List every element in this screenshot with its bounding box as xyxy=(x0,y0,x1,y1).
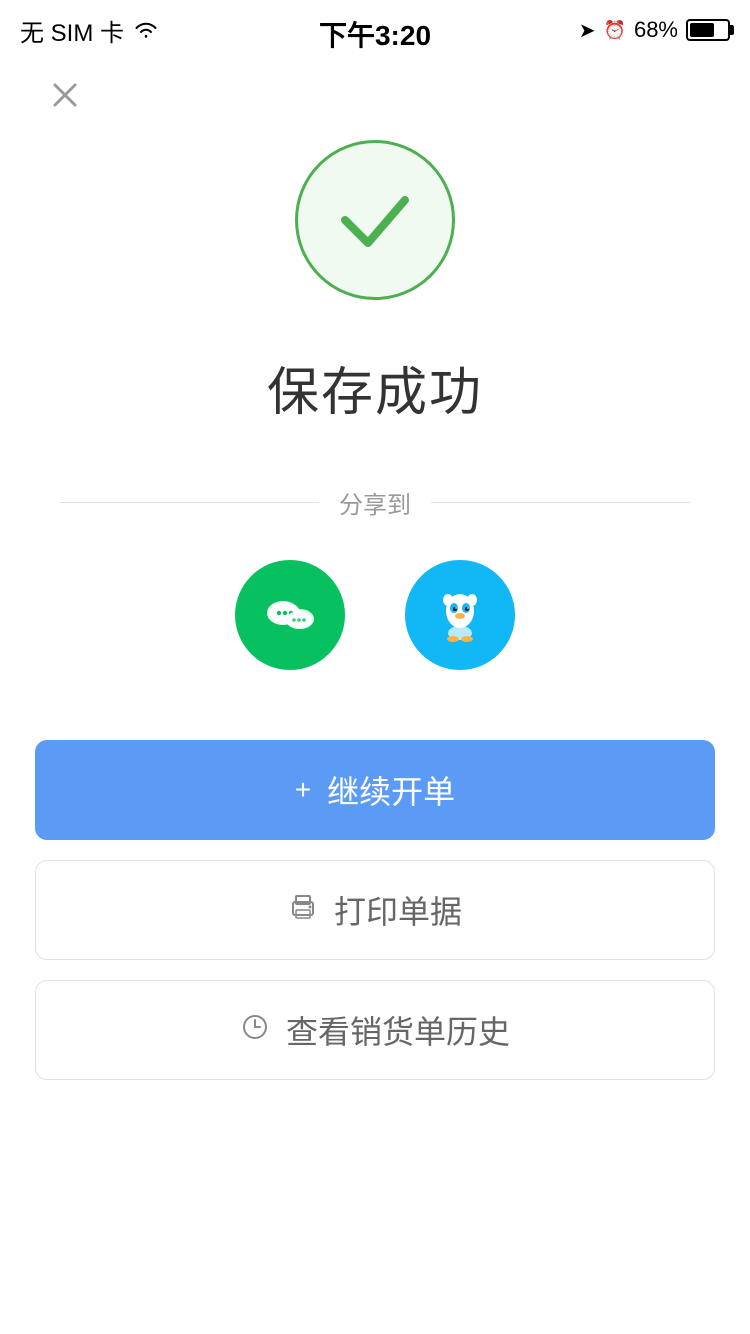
view-history-label: 查看销货单历史 xyxy=(286,1007,510,1053)
wifi-icon xyxy=(132,20,160,40)
share-icons-container xyxy=(235,560,515,670)
wechat-icon xyxy=(258,583,323,648)
view-history-button[interactable]: 查看销货单历史 xyxy=(35,980,715,1080)
continue-order-button[interactable]: + 继续开单 xyxy=(35,740,715,840)
battery-fill xyxy=(690,23,714,37)
no-sim-text: 无 SIM 卡 xyxy=(20,13,124,48)
qq-icon xyxy=(428,583,493,648)
success-circle xyxy=(295,140,455,300)
print-receipt-label: 打印单据 xyxy=(334,887,462,933)
status-bar: 无 SIM 卡 下午3:20 ➤ ⏰ 68% xyxy=(0,0,750,60)
history-svg xyxy=(240,1012,270,1042)
action-buttons: + 继续开单 打印单据 xyxy=(35,740,715,1080)
close-button[interactable] xyxy=(40,70,90,120)
divider-line-right xyxy=(431,502,690,503)
divider-line-left xyxy=(60,502,319,503)
status-bar-left: 无 SIM 卡 xyxy=(20,13,160,48)
printer-icon xyxy=(288,892,318,929)
plus-icon: + xyxy=(295,774,311,806)
qq-share-button[interactable] xyxy=(405,560,515,670)
wechat-share-button[interactable] xyxy=(235,560,345,670)
status-bar-right: ➤ ⏰ 68% xyxy=(579,17,730,43)
battery-percent: 68% xyxy=(634,17,678,43)
main-content: 保存成功 分享到 xyxy=(0,60,750,1080)
print-receipt-button[interactable]: 打印单据 xyxy=(35,860,715,960)
history-icon xyxy=(240,1012,270,1049)
success-title: 保存成功 xyxy=(267,350,483,425)
close-icon xyxy=(47,77,83,113)
alarm-icon: ⏰ xyxy=(604,20,626,41)
battery-icon xyxy=(686,19,730,41)
checkmark-icon xyxy=(330,175,420,265)
share-divider: 分享到 xyxy=(0,485,750,520)
location-icon: ➤ xyxy=(579,18,596,43)
share-label: 分享到 xyxy=(319,485,431,520)
continue-order-label: 继续开单 xyxy=(327,767,455,813)
printer-svg xyxy=(288,892,318,922)
status-bar-time: 下午3:20 xyxy=(319,14,431,54)
